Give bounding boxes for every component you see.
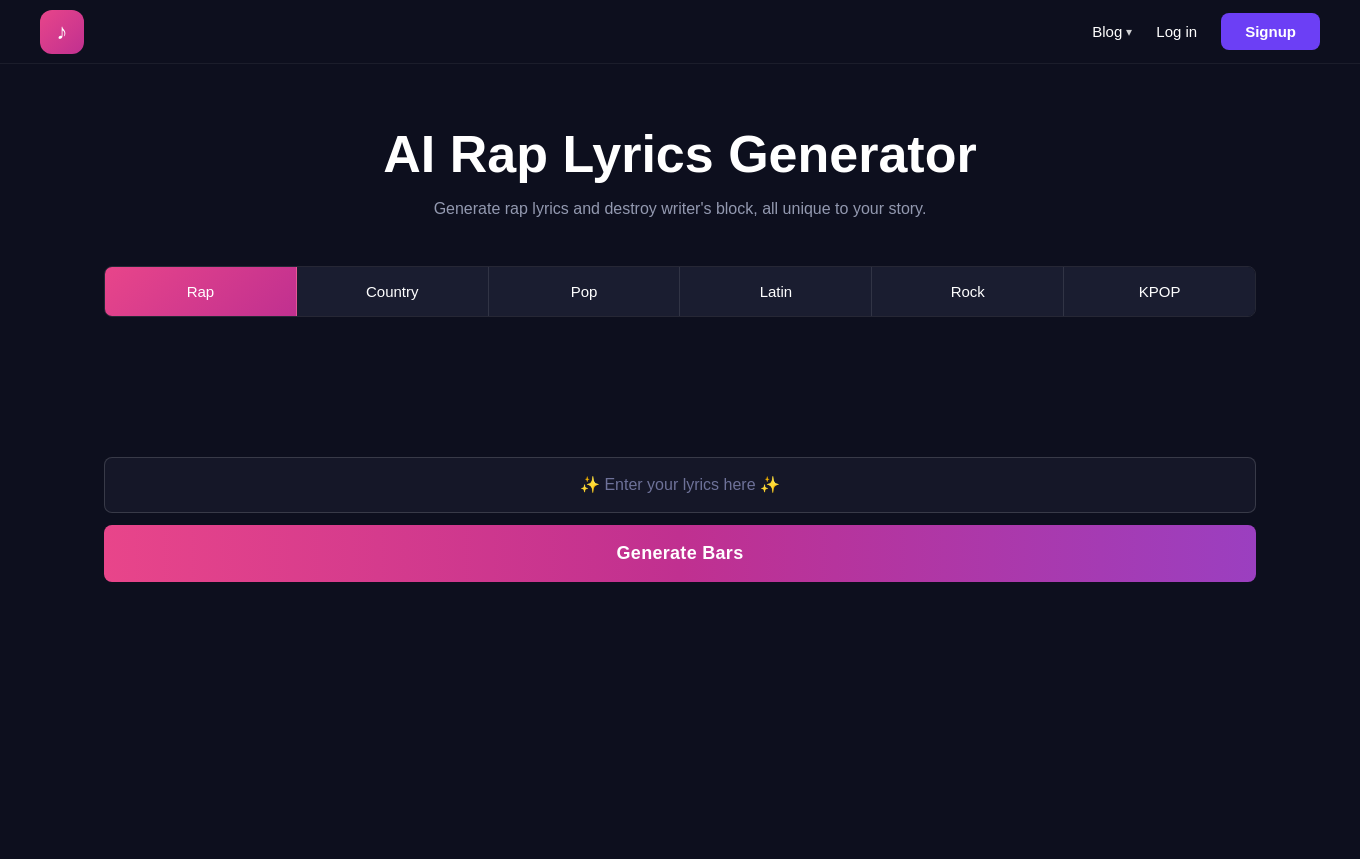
logo: ♪ bbox=[40, 10, 84, 54]
genre-tab-country[interactable]: Country bbox=[297, 267, 489, 316]
chevron-down-icon: ▾ bbox=[1126, 25, 1132, 39]
logo-icon: ♪ bbox=[40, 10, 84, 54]
genre-tab-rap[interactable]: Rap bbox=[105, 267, 297, 316]
main-content: AI Rap Lyrics Generator Generate rap lyr… bbox=[0, 64, 1360, 582]
blog-button[interactable]: Blog ▾ bbox=[1092, 23, 1132, 40]
nav-right: Blog ▾ Log in Signup bbox=[1092, 13, 1320, 50]
genre-tabs: RapCountryPopLatinRockKPOP bbox=[104, 266, 1256, 317]
genre-tab-latin[interactable]: Latin bbox=[680, 267, 872, 316]
genre-tab-kpop[interactable]: KPOP bbox=[1064, 267, 1255, 316]
lyrics-input-wrapper bbox=[104, 457, 1256, 513]
genre-tab-pop[interactable]: Pop bbox=[489, 267, 681, 316]
page-subtitle: Generate rap lyrics and destroy writer's… bbox=[434, 200, 927, 218]
blog-label: Blog bbox=[1092, 23, 1122, 40]
lyrics-input[interactable] bbox=[105, 458, 1255, 512]
navbar: ♪ Blog ▾ Log in Signup bbox=[0, 0, 1360, 64]
music-note-icon: ♪ bbox=[57, 19, 68, 45]
login-button[interactable]: Log in bbox=[1156, 23, 1197, 40]
genre-tab-rock[interactable]: Rock bbox=[872, 267, 1064, 316]
signup-button[interactable]: Signup bbox=[1221, 13, 1320, 50]
page-title: AI Rap Lyrics Generator bbox=[383, 124, 976, 184]
generate-bars-button[interactable]: Generate Bars bbox=[104, 525, 1256, 582]
